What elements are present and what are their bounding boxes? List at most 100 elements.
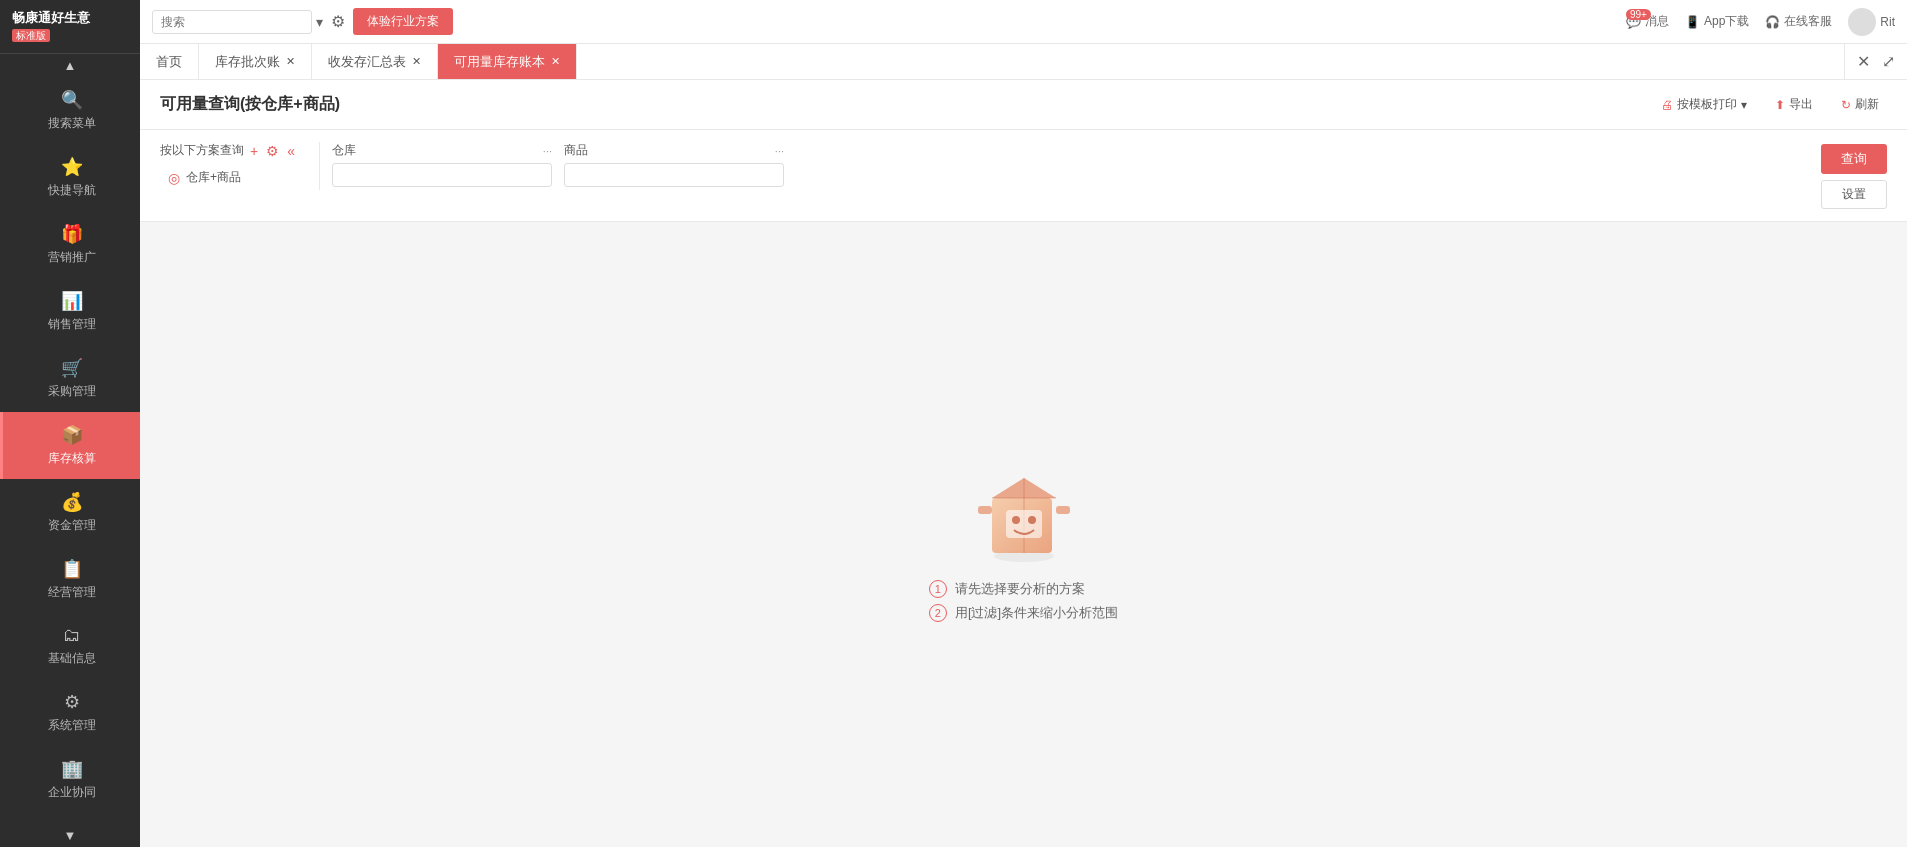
product-input[interactable] — [564, 163, 784, 187]
inventory-label: 库存核算 — [48, 450, 96, 467]
topbar-gear-btn[interactable]: ⚙ — [331, 12, 345, 31]
tab-close-receive-summary[interactable]: ✕ — [412, 55, 421, 68]
trial-btn[interactable]: 体验行业方案 — [353, 8, 453, 35]
empty-tip-2: 2 用[过滤]条件来缩小分析范围 — [929, 604, 1118, 622]
sidebar-item-search[interactable]: 🔍 搜索菜单 — [0, 77, 140, 144]
filter-warehouse: 仓库 ··· — [332, 142, 552, 187]
tab-receive-summary[interactable]: 收发存汇总表 ✕ — [312, 44, 438, 79]
query-btn[interactable]: 查询 — [1821, 144, 1887, 174]
finance-icon: 💰 — [61, 491, 83, 513]
topbar-search: ▾ — [152, 10, 323, 34]
tip-text-2: 用[过滤]条件来缩小分析范围 — [955, 604, 1118, 622]
sidebar-logo: 畅康通好生意 标准版 — [0, 0, 140, 54]
print-dropdown-icon: ▾ — [1741, 98, 1747, 112]
print-btn[interactable]: 🖨 按模板打印 ▾ — [1653, 92, 1755, 117]
avatar — [1848, 8, 1876, 36]
export-btn[interactable]: ⬆ 导出 — [1767, 92, 1821, 117]
tab-label-batch-ledger: 库存批次账 — [215, 53, 280, 71]
tab-close-batch-ledger[interactable]: ✕ — [286, 55, 295, 68]
version-badge: 标准版 — [12, 29, 50, 42]
warehouse-input[interactable] — [332, 163, 552, 187]
tab-home[interactable]: 首页 — [140, 44, 199, 79]
avatar-btn[interactable]: Rit — [1848, 8, 1895, 36]
app-download-btn[interactable]: 📱 App下载 — [1685, 13, 1749, 30]
tab-close-available-ledger[interactable]: ✕ — [551, 55, 560, 68]
product-more-btn[interactable]: ··· — [775, 145, 784, 157]
enterprise-icon: 🏢 — [61, 758, 83, 780]
quicknav-icon: ⭐ — [61, 156, 83, 178]
sales-icon: 📊 — [61, 290, 83, 312]
sidebar-item-finance[interactable]: 💰 资金管理 — [0, 479, 140, 546]
filter-product-label: 商品 ··· — [564, 142, 784, 159]
filter-product: 商品 ··· — [564, 142, 784, 187]
refresh-icon: ↻ — [1841, 98, 1851, 112]
page-header: 可用量查询(按仓库+商品) 🖨 按模板打印 ▾ ⬆ 导出 ↻ 刷新 — [140, 80, 1907, 130]
topbar: ▾ ⚙ 体验行业方案 💬 99+ 消息 📱 App下载 🎧 在线客服 — [140, 0, 1907, 44]
tabs-right-btns: ✕ ⤢ — [1844, 44, 1907, 79]
page-title: 可用量查询(按仓库+商品) — [160, 94, 340, 115]
marketing-icon: 🎁 — [61, 223, 83, 245]
sidebar-item-operations[interactable]: 📋 经营管理 — [0, 546, 140, 613]
online-service-label: 在线客服 — [1784, 13, 1832, 30]
refresh-label: 刷新 — [1855, 96, 1879, 113]
tab-label-available-ledger: 可用量库存账本 — [454, 53, 545, 71]
scheme-add-btn[interactable]: + — [248, 143, 260, 159]
print-label: 按模板打印 — [1677, 96, 1737, 113]
scheme-item-warehouse-product[interactable]: ◎ 仓库+商品 — [160, 165, 307, 190]
scheme-item-label: 仓库+商品 — [186, 169, 241, 186]
expand-btn[interactable]: ⤢ — [1878, 50, 1899, 73]
scheme-collapse-btn[interactable]: « — [285, 143, 297, 159]
tab-available-ledger[interactable]: 可用量库存账本 ✕ — [438, 44, 577, 79]
app-download-label: App下载 — [1704, 13, 1749, 30]
search-dropdown-btn[interactable]: ▾ — [316, 14, 323, 30]
query-settings-btn[interactable]: 设置 — [1821, 180, 1887, 209]
tab-batch-ledger[interactable]: 库存批次账 ✕ — [199, 44, 312, 79]
tab-label-home: 首页 — [156, 53, 182, 71]
operations-icon: 📋 — [61, 558, 83, 580]
empty-tips: 1 请先选择要分析的方案 2 用[过滤]条件来缩小分析范围 — [929, 580, 1118, 622]
query-panel: 按以下方案查询 + ⚙ « ◎ 仓库+商品 仓库 ··· — [140, 130, 1907, 222]
warehouse-more-btn[interactable]: ··· — [543, 145, 552, 157]
tip-num-2: 2 — [929, 604, 947, 622]
sidebar-item-inventory[interactable]: 📦 库存核算 — [0, 412, 140, 479]
sidebar-item-marketing[interactable]: 🎁 营销推广 — [0, 211, 140, 278]
tabs-bar: 首页 库存批次账 ✕ 收发存汇总表 ✕ 可用量库存账本 ✕ ✕ ⤢ — [140, 44, 1907, 80]
sidebar-scroll-up-btn[interactable]: ▲ — [0, 54, 140, 77]
inventory-icon: 📦 — [61, 424, 83, 446]
sidebar-nav: 🔍 搜索菜单 ⭐ 快捷导航 🎁 营销推广 📊 销售管理 🛒 采购管理 📦 库存核… — [0, 77, 140, 824]
message-btn[interactable]: 💬 99+ 消息 — [1626, 13, 1669, 30]
marketing-label: 营销推广 — [48, 249, 96, 266]
headset-icon: 🎧 — [1765, 15, 1780, 29]
sales-label: 销售管理 — [48, 316, 96, 333]
sidebar-item-quicknav[interactable]: ⭐ 快捷导航 — [0, 144, 140, 211]
export-label: 导出 — [1789, 96, 1813, 113]
svg-rect-9 — [1056, 506, 1070, 514]
scheme-label: 按以下方案查询 — [160, 142, 244, 159]
scheme-section: 按以下方案查询 + ⚙ « ◎ 仓库+商品 — [160, 142, 320, 190]
filter-warehouse-label: 仓库 ··· — [332, 142, 552, 159]
search-icon: 🔍 — [61, 89, 83, 111]
enterprise-label: 企业协同 — [48, 784, 96, 801]
avatar-name: Rit — [1880, 15, 1895, 29]
sidebar-item-sales[interactable]: 📊 销售管理 — [0, 278, 140, 345]
sidebar-item-newbie[interactable]: 🧩 新手引导 — [0, 813, 140, 824]
search-input[interactable] — [152, 10, 312, 34]
close-all-btn[interactable]: ✕ — [1853, 50, 1874, 73]
tab-label-receive-summary: 收发存汇总表 — [328, 53, 406, 71]
sidebar-item-basic[interactable]: 🗂 基础信息 — [0, 613, 140, 679]
sidebar-scroll-down-btn[interactable]: ▼ — [0, 824, 140, 847]
sidebar-item-system[interactable]: ⚙ 系统管理 — [0, 679, 140, 746]
search-label: 搜索菜单 — [48, 115, 96, 132]
online-service-btn[interactable]: 🎧 在线客服 — [1765, 13, 1832, 30]
basic-label: 基础信息 — [48, 650, 96, 667]
tip-num-1: 1 — [929, 580, 947, 598]
sidebar-item-purchase[interactable]: 🛒 采购管理 — [0, 345, 140, 412]
empty-illustration — [964, 448, 1084, 568]
svg-point-6 — [1012, 516, 1020, 524]
sidebar-item-enterprise[interactable]: 🏢 企业协同 — [0, 746, 140, 813]
purchase-label: 采购管理 — [48, 383, 96, 400]
empty-tip-1: 1 请先选择要分析的方案 — [929, 580, 1118, 598]
scheme-settings-btn[interactable]: ⚙ — [264, 143, 281, 159]
content-area: 可用量查询(按仓库+商品) 🖨 按模板打印 ▾ ⬆ 导出 ↻ 刷新 — [140, 80, 1907, 847]
refresh-btn[interactable]: ↻ 刷新 — [1833, 92, 1887, 117]
